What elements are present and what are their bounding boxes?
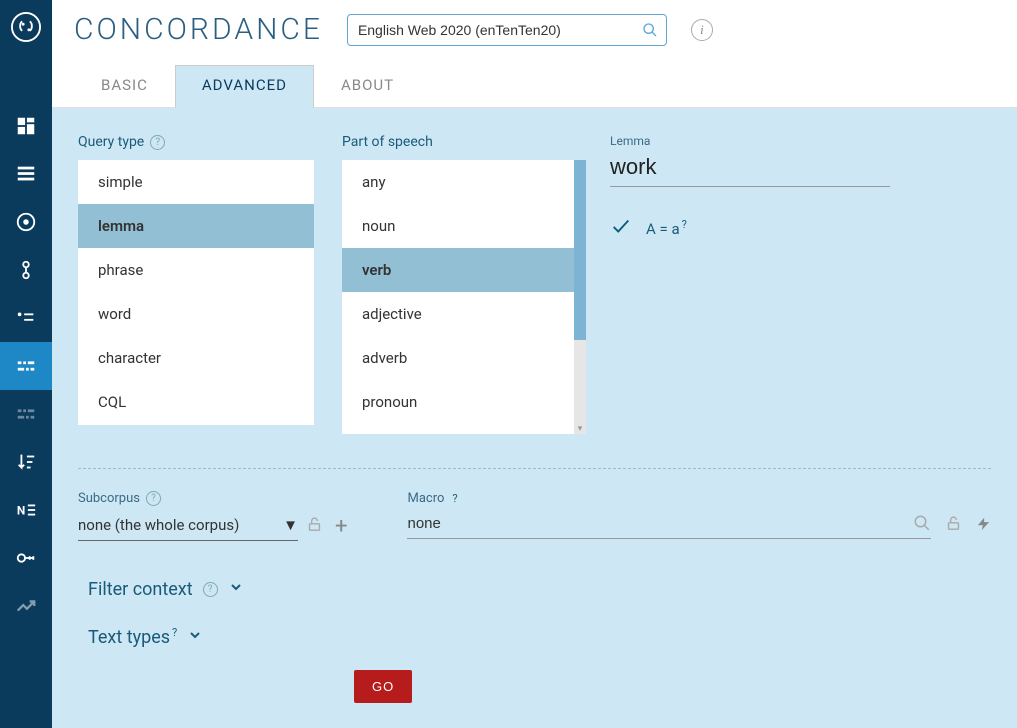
check-icon bbox=[610, 215, 632, 241]
tab-basic[interactable]: BASIC bbox=[74, 65, 175, 107]
search-icon[interactable] bbox=[642, 22, 658, 38]
search-icon[interactable] bbox=[913, 514, 931, 532]
sidebar-dotlist-icon[interactable] bbox=[0, 294, 52, 342]
filter-context-expander[interactable]: Filter context ? bbox=[88, 579, 991, 600]
query-type-option-phrase[interactable]: phrase bbox=[78, 248, 314, 292]
chevron-down-icon bbox=[187, 627, 203, 648]
query-type-option-character[interactable]: character bbox=[78, 336, 314, 380]
query-type-option-simple[interactable]: simple bbox=[78, 160, 314, 204]
tab-about[interactable]: ABOUT bbox=[314, 65, 421, 107]
chevron-down-icon bbox=[228, 579, 244, 600]
lemma-input[interactable] bbox=[610, 150, 890, 187]
pos-label: Part of speech bbox=[342, 134, 574, 150]
corpus-selector[interactable] bbox=[347, 14, 667, 46]
lock-icon[interactable] bbox=[945, 515, 962, 536]
add-icon[interactable]: + bbox=[335, 514, 347, 539]
sidebar-sort-icon[interactable] bbox=[0, 438, 52, 486]
pos-option-pronoun[interactable]: pronoun bbox=[342, 380, 574, 424]
chevron-down-icon: ▼ bbox=[283, 516, 298, 534]
corpus-input[interactable] bbox=[358, 22, 634, 38]
sidebar-parallel-icon[interactable] bbox=[0, 390, 52, 438]
subcorpus-select[interactable]: none (the whole corpus) ▼ bbox=[78, 512, 298, 541]
macro-column: Macro? bbox=[407, 491, 991, 539]
sidebar-keywords-icon[interactable] bbox=[0, 534, 52, 582]
sidebar-concordance-icon[interactable] bbox=[0, 342, 52, 390]
lemma-column: Lemma A = a? bbox=[602, 134, 991, 241]
query-type-option-word[interactable]: word bbox=[78, 292, 314, 336]
app-sidebar: N bbox=[0, 0, 52, 728]
subcorpus-value: none (the whole corpus) bbox=[78, 516, 239, 534]
pos-scrollbar[interactable] bbox=[574, 160, 586, 434]
pos-column: Part of speech any noun verb adjective a… bbox=[342, 134, 574, 434]
tab-advanced[interactable]: ADVANCED bbox=[175, 65, 314, 108]
query-type-listbox[interactable]: simple lemma phrase word character CQL bbox=[78, 160, 314, 425]
macro-input[interactable] bbox=[407, 515, 913, 532]
pos-listbox[interactable]: any noun verb adjective adverb pronoun bbox=[342, 160, 574, 434]
sidebar-target-icon[interactable] bbox=[0, 198, 52, 246]
pos-option-any[interactable]: any bbox=[342, 160, 574, 204]
query-type-label: Query type ? bbox=[78, 134, 314, 150]
svg-text:N: N bbox=[17, 504, 25, 518]
scroll-down-icon[interactable]: ▾ bbox=[574, 424, 586, 434]
info-icon[interactable]: i bbox=[691, 19, 713, 41]
sidebar-thesaurus-icon[interactable] bbox=[0, 246, 52, 294]
tabs: BASIC ADVANCED ABOUT bbox=[52, 65, 1017, 108]
app-logo-icon[interactable] bbox=[11, 12, 41, 42]
help-icon[interactable]: ? bbox=[150, 135, 165, 150]
help-icon[interactable]: ? bbox=[203, 582, 218, 597]
divider bbox=[78, 468, 991, 469]
lemma-field-label: Lemma bbox=[610, 134, 991, 148]
help-icon[interactable]: ? bbox=[146, 491, 161, 506]
text-types-expander[interactable]: Text types? bbox=[88, 626, 991, 648]
lock-icon[interactable] bbox=[306, 516, 323, 537]
sidebar-trends-icon[interactable] bbox=[0, 582, 52, 630]
page-title: CONCORDANCE bbox=[74, 12, 323, 47]
pos-option-noun[interactable]: noun bbox=[342, 204, 574, 248]
case-label: A = a? bbox=[646, 218, 687, 238]
pos-option-adjective[interactable]: adjective bbox=[342, 292, 574, 336]
query-type-column: Query type ? simple lemma phrase word ch… bbox=[78, 134, 314, 425]
sidebar-wordlist-icon[interactable] bbox=[0, 150, 52, 198]
advanced-panel: Query type ? simple lemma phrase word ch… bbox=[52, 108, 1017, 728]
sidebar-ngrams-icon[interactable]: N bbox=[0, 486, 52, 534]
pos-scrollbar-thumb[interactable] bbox=[574, 160, 586, 340]
subcorpus-column: Subcorpus ? none (the whole corpus) ▼ + bbox=[78, 491, 347, 541]
go-button[interactable]: GO bbox=[354, 670, 412, 703]
pos-option-adverb[interactable]: adverb bbox=[342, 336, 574, 380]
pos-option-verb[interactable]: verb bbox=[342, 248, 574, 292]
main-area: CONCORDANCE i BASIC ADVANCED ABOUT Query… bbox=[52, 0, 1017, 728]
case-toggle[interactable]: A = a? bbox=[610, 215, 991, 241]
macro-label: Macro? bbox=[407, 491, 991, 506]
query-type-option-lemma[interactable]: lemma bbox=[78, 204, 314, 248]
sidebar-dashboard-icon[interactable] bbox=[0, 102, 52, 150]
query-type-option-cql[interactable]: CQL bbox=[78, 380, 314, 424]
bolt-icon[interactable] bbox=[976, 515, 991, 537]
topbar: CONCORDANCE i bbox=[52, 0, 1017, 47]
subcorpus-label: Subcorpus ? bbox=[78, 491, 347, 506]
